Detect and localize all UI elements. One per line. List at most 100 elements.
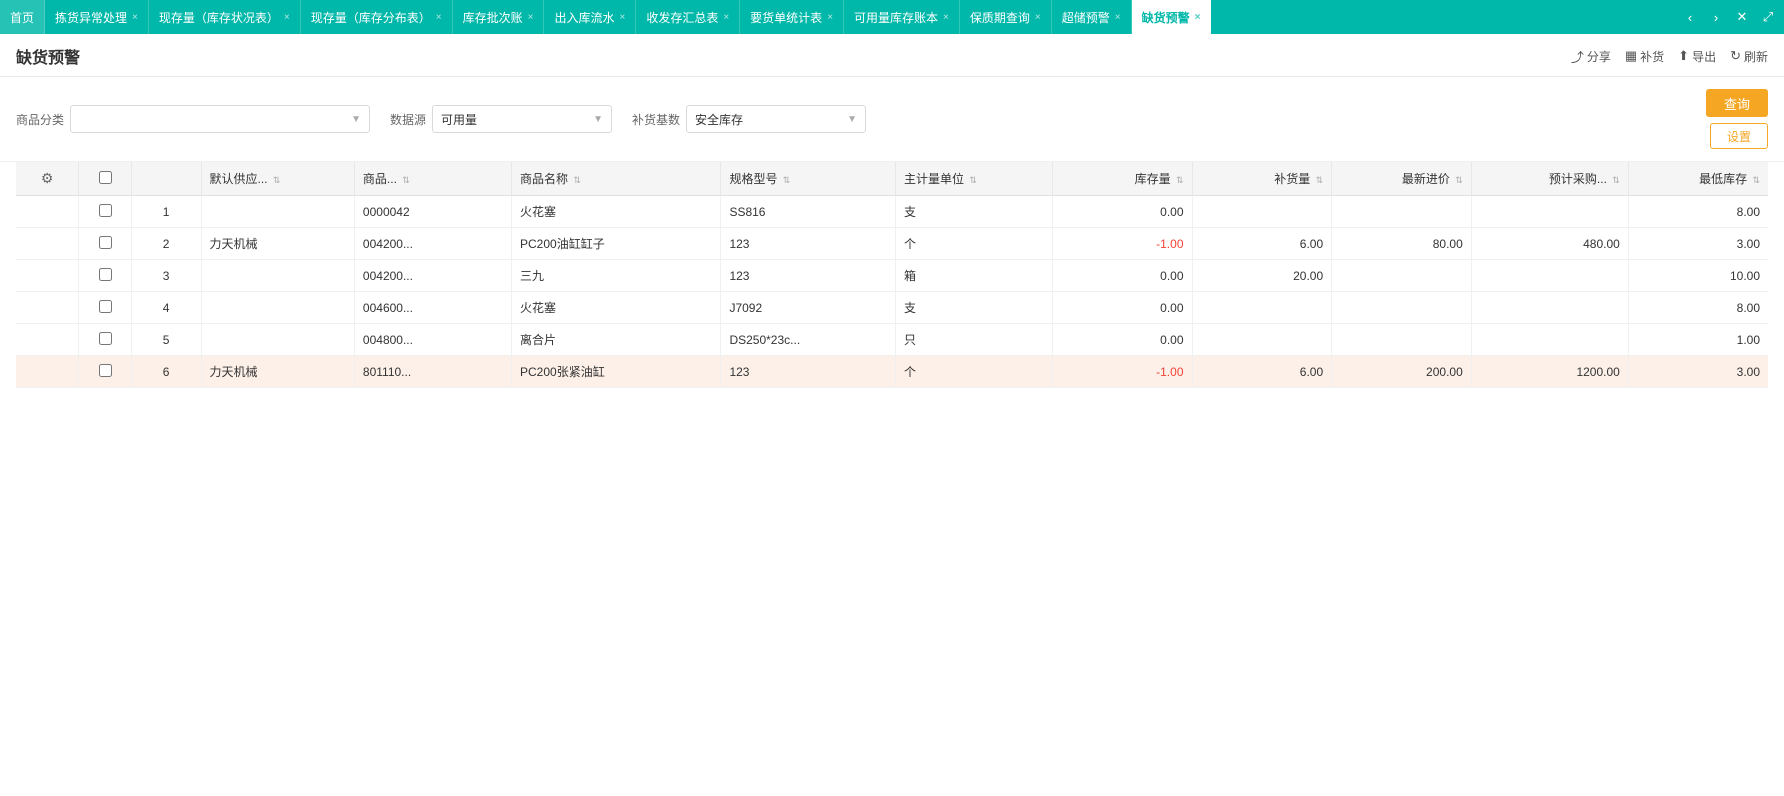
settings-button[interactable]: 设置: [1710, 123, 1768, 149]
table-row: 4 004600... 火花塞 J7092 支 0.00 8.00: [16, 292, 1768, 324]
row-supplier-cell: [201, 292, 354, 324]
settings-gear-icon[interactable]: ⚙: [41, 170, 54, 186]
col-header-minstock[interactable]: 最低库存 ⇅: [1628, 162, 1768, 196]
row-spec-cell: 123: [721, 260, 896, 292]
row-code-cell: 801110...: [354, 356, 511, 388]
row-unit-cell: 个: [895, 356, 1052, 388]
nav-tab-picking[interactable]: 拣货异常处理 ×: [45, 0, 149, 34]
data-table-container: ⚙ 默认供应... ⇅ 商品... ⇅ 商品名称: [0, 162, 1784, 404]
close-stock1-tab[interactable]: ×: [284, 12, 290, 23]
export-icon: ⬆: [1678, 48, 1689, 64]
close-picking-tab[interactable]: ×: [132, 12, 138, 23]
row-spec-cell: SS816: [721, 196, 896, 228]
nav-tab-expiry[interactable]: 保质期查询 ×: [960, 0, 1052, 34]
row-checkbox-cell[interactable]: [79, 356, 131, 388]
row-stock-cell: -1.00: [1052, 356, 1192, 388]
share-button[interactable]: ⤴ 分享: [1571, 47, 1611, 66]
col-header-spec[interactable]: 规格型号 ⇅: [721, 162, 896, 196]
col-header-stock[interactable]: 库存量 ⇅: [1052, 162, 1192, 196]
nav-tab-summary[interactable]: 收发存汇总表 ×: [636, 0, 740, 34]
nav-tab-flow[interactable]: 出入库流水 ×: [544, 0, 636, 34]
category-select[interactable]: ▼: [70, 105, 370, 133]
row-code-cell: 0000042: [354, 196, 511, 228]
col-header-check[interactable]: [79, 162, 131, 196]
nav-tab-stock2[interactable]: 现存量（库存分布表） ×: [301, 0, 453, 34]
row-checkbox-4[interactable]: [99, 332, 112, 345]
nav-tab-overstock[interactable]: 超储预警 ×: [1052, 0, 1132, 34]
close-available-tab[interactable]: ×: [943, 12, 949, 23]
row-gear-cell: [16, 228, 79, 260]
row-spec-cell: 123: [721, 356, 896, 388]
nav-controls: ‹ › ✕ ⤢: [1678, 5, 1784, 29]
row-purchase-cell: [1471, 260, 1628, 292]
col-header-purchase[interactable]: 预计采购... ⇅: [1471, 162, 1628, 196]
replenish-button[interactable]: ▦ 补货: [1625, 48, 1664, 65]
col-header-unit[interactable]: 主计量单位 ⇅: [895, 162, 1052, 196]
row-stock-cell: 0.00: [1052, 324, 1192, 356]
row-minstock-cell: 1.00: [1628, 324, 1768, 356]
close-batch-tab[interactable]: ×: [528, 12, 534, 23]
col-header-code[interactable]: 商品... ⇅: [354, 162, 511, 196]
row-checkbox-cell[interactable]: [79, 324, 131, 356]
row-checkbox-cell[interactable]: [79, 292, 131, 324]
nav-tab-batch[interactable]: 库存批次账 ×: [453, 0, 545, 34]
row-price-cell: 200.00: [1332, 356, 1472, 388]
nav-tab-stock1[interactable]: 现存量（库存状况表） ×: [149, 0, 301, 34]
nav-tab-available[interactable]: 可用量库存账本 ×: [844, 0, 960, 34]
unit-sort-icon: ⇅: [969, 175, 977, 185]
replenish-filter-group: 补货基数 安全库存 ▼: [632, 105, 866, 133]
col-header-name[interactable]: 商品名称 ⇅: [512, 162, 721, 196]
row-checkbox-cell[interactable]: [79, 196, 131, 228]
nav-prev-button[interactable]: ‹: [1678, 5, 1702, 29]
close-stock2-tab[interactable]: ×: [436, 12, 442, 23]
nav-tab-home[interactable]: 首页: [0, 0, 45, 34]
row-num-cell: 1: [131, 196, 201, 228]
col-header-gear[interactable]: ⚙: [16, 162, 79, 196]
refresh-button[interactable]: ↻ 刷新: [1730, 48, 1768, 65]
nav-next-button[interactable]: ›: [1704, 5, 1728, 29]
table-row: 5 004800... 离合片 DS250*23c... 只 0.00 1.00: [16, 324, 1768, 356]
row-name-cell: 火花塞: [512, 292, 721, 324]
category-chevron-icon: ▼: [351, 114, 361, 125]
row-checkbox-cell[interactable]: [79, 260, 131, 292]
row-name-cell: 火花塞: [512, 196, 721, 228]
close-expiry-tab[interactable]: ×: [1035, 12, 1041, 23]
row-replenish-cell: [1192, 324, 1332, 356]
row-name-cell: 离合片: [512, 324, 721, 356]
nav-expand-button[interactable]: ⤢: [1756, 5, 1780, 29]
export-button[interactable]: ⬆ 导出: [1678, 48, 1716, 65]
row-supplier-cell: [201, 324, 354, 356]
col-header-replenish[interactable]: 补货量 ⇅: [1192, 162, 1332, 196]
row-checkbox-3[interactable]: [99, 300, 112, 313]
row-checkbox-5[interactable]: [99, 364, 112, 377]
row-checkbox-0[interactable]: [99, 204, 112, 217]
close-summary-tab[interactable]: ×: [723, 12, 729, 23]
row-minstock-cell: 8.00: [1628, 196, 1768, 228]
row-price-cell: [1332, 324, 1472, 356]
replenish-label: 补货基数: [632, 111, 680, 128]
close-flow-tab[interactable]: ×: [619, 12, 625, 23]
nav-tab-shortage[interactable]: 缺货预警 ×: [1132, 0, 1212, 34]
close-overstock-tab[interactable]: ×: [1115, 12, 1121, 23]
row-supplier-cell: 力天机械: [201, 228, 354, 260]
col-header-price[interactable]: 最新进价 ⇅: [1332, 162, 1472, 196]
replenish-select-value: 安全库存: [695, 111, 743, 128]
nav-close-button[interactable]: ✕: [1730, 5, 1754, 29]
close-order-tab[interactable]: ×: [827, 12, 833, 23]
row-checkbox-cell[interactable]: [79, 228, 131, 260]
row-gear-cell: [16, 292, 79, 324]
select-all-checkbox[interactable]: [99, 171, 112, 184]
share-icon: ⤴: [1571, 47, 1584, 66]
close-shortage-tab[interactable]: ×: [1195, 12, 1201, 23]
row-code-cell: 004200...: [354, 228, 511, 260]
row-checkbox-2[interactable]: [99, 268, 112, 281]
datasource-select[interactable]: 可用量 ▼: [432, 105, 612, 133]
row-num-cell: 3: [131, 260, 201, 292]
row-checkbox-1[interactable]: [99, 236, 112, 249]
col-header-supplier[interactable]: 默认供应... ⇅: [201, 162, 354, 196]
replenish-select[interactable]: 安全库存 ▼: [686, 105, 866, 133]
query-button[interactable]: 查询: [1706, 89, 1768, 117]
refresh-icon: ↻: [1730, 48, 1741, 64]
nav-tab-order[interactable]: 要货单统计表 ×: [740, 0, 844, 34]
row-num-cell: 2: [131, 228, 201, 260]
